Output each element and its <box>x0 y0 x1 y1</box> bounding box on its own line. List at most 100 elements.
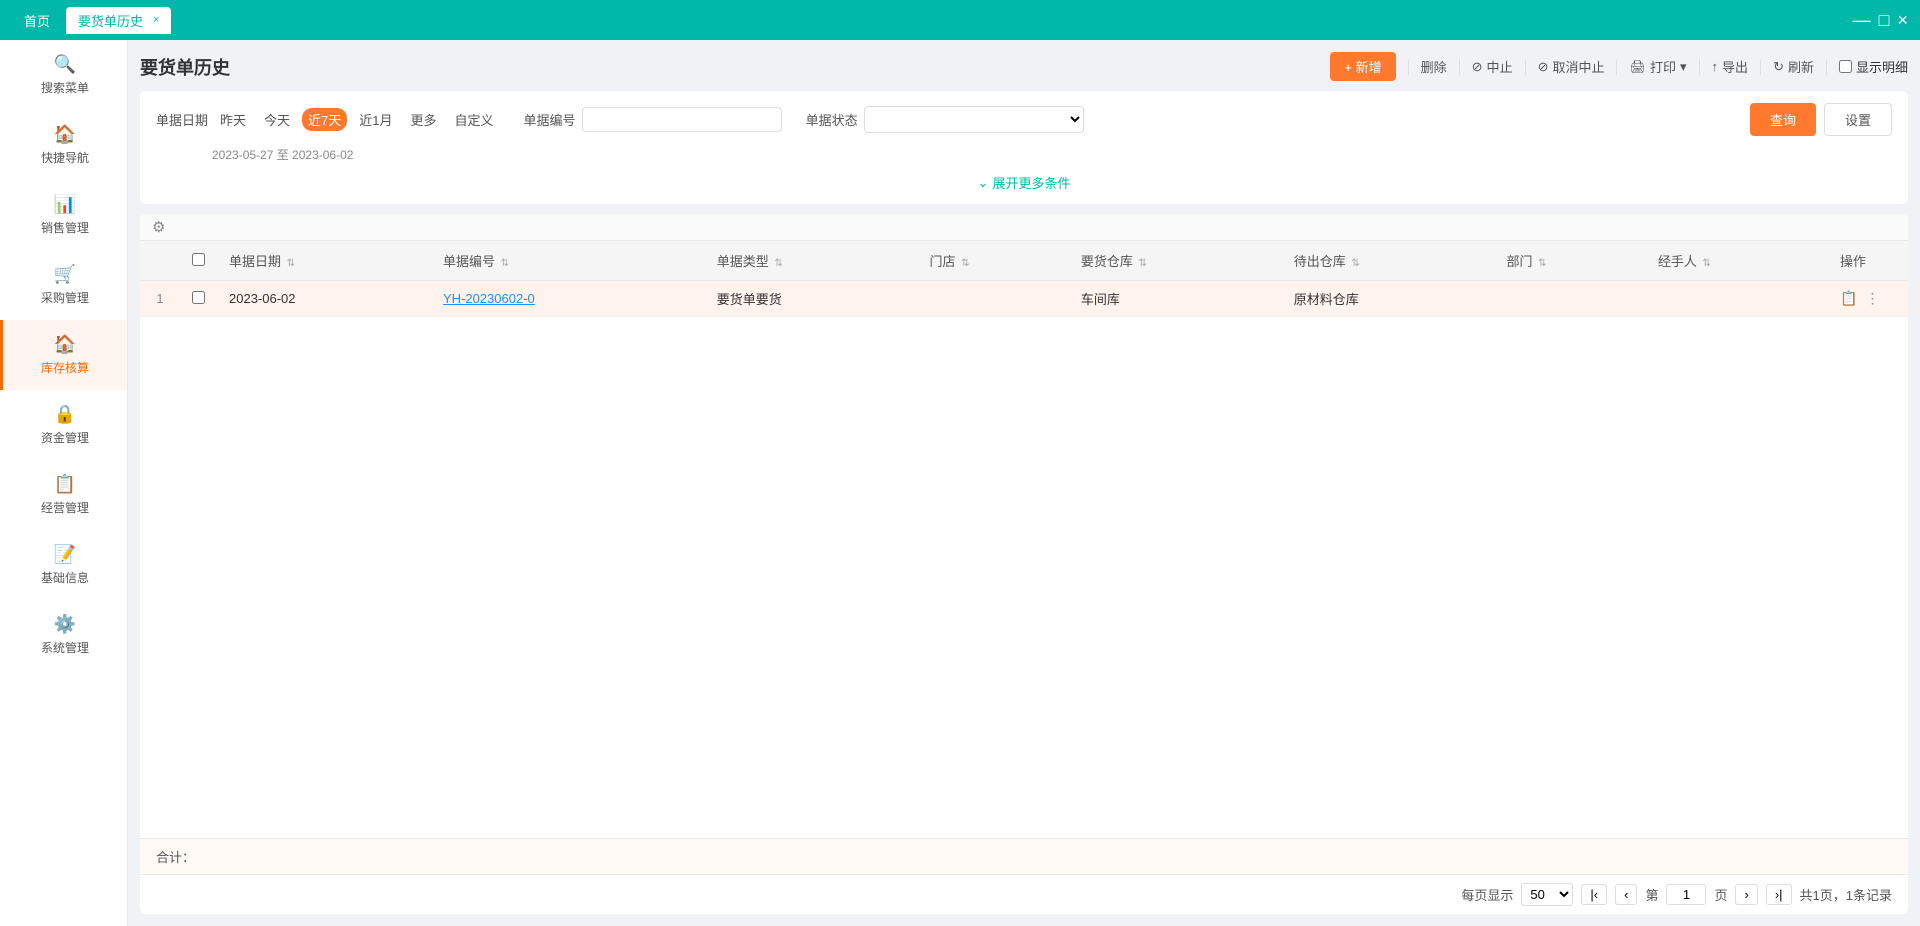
current-page-input[interactable] <box>1666 884 1706 905</box>
col-check <box>180 241 217 281</box>
print-button[interactable]: 🖨 打印 ▾ <box>1629 57 1686 76</box>
delete-button[interactable]: 删除 <box>1421 57 1447 76</box>
sidebar-item-quicknav[interactable]: 🏠 快捷导航 <box>0 110 127 180</box>
date-tab-today[interactable]: 今天 <box>258 108 296 131</box>
display-detail-checkbox[interactable] <box>1839 60 1852 73</box>
col-dept: 部门 ⇅ <box>1495 241 1646 281</box>
col-doctype: 单据类型 ⇅ <box>705 241 918 281</box>
sidebar-item-system[interactable]: ⚙️ 系统管理 <box>0 600 127 670</box>
more-icon[interactable]: ⋮ <box>1865 290 1879 307</box>
col-pendingwarehouse: 待出仓库 ⇅ <box>1282 241 1495 281</box>
divider-3 <box>1525 59 1526 75</box>
select-all-checkbox[interactable] <box>192 253 205 266</box>
top-bar: 首页 要货单历史 × — □ × <box>0 0 1920 40</box>
add-button[interactable]: + 新增 <box>1330 52 1395 81</box>
filter-actions: 查询 设置 <box>1750 103 1892 136</box>
divider-6 <box>1760 59 1761 75</box>
date-tabs: 昨天 今天 近7天 近1月 更多 自定义 <box>214 108 500 131</box>
table-container: ⚙ 单据日期 ⇅ 单据编号 ⇅ 单据类型 ⇅ 门店 ⇅ <box>140 214 1908 914</box>
tab-active[interactable]: 要货单历史 × <box>66 7 171 34</box>
col-no <box>140 241 180 281</box>
sidebar-item-purchase[interactable]: 🛒 采购管理 <box>0 250 127 320</box>
row-pendingwarehouse: 原材料仓库 <box>1282 281 1495 317</box>
sidebar-item-inventory[interactable]: 🏠 库存核算 <box>0 320 127 390</box>
row-date: 2023-06-02 <box>217 281 431 317</box>
date-tab-1month[interactable]: 近1月 <box>353 108 398 131</box>
filter-bar: 单据日期 昨天 今天 近7天 近1月 更多 自定义 单据编号 <box>140 91 1908 204</box>
date-tab-yesterday[interactable]: 昨天 <box>214 108 252 131</box>
col-reqwarehouse: 要货仓库 ⇅ <box>1069 241 1282 281</box>
sidebar-item-basic[interactable]: 📝 基础信息 <box>0 530 127 600</box>
edit-icon[interactable]: 📋 <box>1840 290 1857 307</box>
minimize-icon[interactable]: — <box>1853 10 1871 31</box>
date-filter-label: 单据日期 <box>156 110 208 129</box>
divider-2 <box>1459 59 1460 75</box>
filter-row-1: 单据日期 昨天 今天 近7天 近1月 更多 自定义 单据编号 <box>156 103 1892 136</box>
date-range-display: 2023-05-27 至 2023-06-02 <box>212 148 353 162</box>
sidebar-item-sales[interactable]: 📊 销售管理 <box>0 180 127 250</box>
col-date: 单据日期 ⇅ <box>217 241 431 281</box>
refresh-button[interactable]: ↻ 刷新 <box>1773 57 1814 76</box>
row-reqwarehouse: 车间库 <box>1069 281 1282 317</box>
sidebar-item-search[interactable]: 🔍 搜索菜单 <box>0 40 127 110</box>
expand-more-btn[interactable]: ⌄ 展开更多条件 <box>978 173 1071 192</box>
col-action: 操作 <box>1828 241 1908 281</box>
divider-7 <box>1826 59 1827 75</box>
table-settings-icon[interactable]: ⚙ <box>152 218 165 236</box>
window-actions: — □ × <box>1853 10 1908 31</box>
docstatus-select[interactable] <box>864 106 1084 133</box>
row-handler <box>1646 281 1828 317</box>
table-wrap: 单据日期 ⇅ 单据编号 ⇅ 单据类型 ⇅ 门店 ⇅ 要货仓库 ⇅ 待出仓库 ⇅ … <box>140 241 1908 838</box>
col-handler: 经手人 ⇅ <box>1646 241 1828 281</box>
close-tab-icon[interactable]: × <box>153 14 159 26</box>
maximize-icon[interactable]: □ <box>1879 10 1890 31</box>
row-no: 1 <box>140 281 180 317</box>
date-tab-7days[interactable]: 近7天 <box>302 108 347 131</box>
per-page-select[interactable]: 10 20 50 100 <box>1521 883 1573 906</box>
docnum-input[interactable] <box>582 107 782 132</box>
sidebar: 🔍 搜索菜单 🏠 快捷导航 📊 销售管理 🛒 采购管理 🏠 库存核算 🔒 资金管… <box>0 40 128 926</box>
main-table: 单据日期 ⇅ 单据编号 ⇅ 单据类型 ⇅ 门店 ⇅ 要货仓库 ⇅ 待出仓库 ⇅ … <box>140 241 1908 317</box>
page-title: 要货单历史 <box>140 54 230 80</box>
display-detail-toggle[interactable]: 显示明细 <box>1839 57 1908 76</box>
date-range-row: 2023-05-27 至 2023-06-02 <box>156 146 1892 163</box>
next-page-btn[interactable]: › <box>1735 884 1757 905</box>
col-store: 门店 ⇅ <box>918 241 1069 281</box>
last-page-btn[interactable]: ›| <box>1766 884 1792 905</box>
per-page-label: 每页显示 <box>1461 885 1513 904</box>
table-settings-row: ⚙ <box>140 214 1908 241</box>
date-tab-custom[interactable]: 自定义 <box>449 108 500 131</box>
inventory-icon: 🏠 <box>54 334 76 355</box>
window-close-icon[interactable]: × <box>1897 10 1908 31</box>
row-dept <box>1495 281 1646 317</box>
row-action: 📋 ⋮ <box>1828 281 1908 317</box>
cancel-stop-button[interactable]: ⊘ 取消中止 <box>1538 57 1605 76</box>
row-docnum[interactable]: YH-20230602-0 <box>431 281 705 317</box>
sidebar-item-finance[interactable]: 🔒 资金管理 <box>0 390 127 460</box>
prev-page-btn[interactable]: ‹ <box>1615 884 1637 905</box>
purchase-icon: 🛒 <box>54 264 76 285</box>
divider-5 <box>1699 59 1700 75</box>
search-menu-icon: 🔍 <box>54 54 76 75</box>
tab-home[interactable]: 首页 <box>12 7 62 34</box>
pagination: 每页显示 10 20 50 100 |‹ ‹ 第 页 › ›| 共1页，1条记录 <box>140 874 1908 914</box>
query-button[interactable]: 查询 <box>1750 103 1816 136</box>
col-docnum: 单据编号 ⇅ <box>431 241 705 281</box>
setting-button[interactable]: 设置 <box>1824 103 1892 136</box>
first-page-btn[interactable]: |‹ <box>1581 884 1607 905</box>
page-suffix: 页 <box>1714 885 1727 904</box>
page-label: 第 <box>1645 885 1658 904</box>
stop-button[interactable]: ⊘ 中止 <box>1472 57 1513 76</box>
date-tab-more[interactable]: 更多 <box>405 108 443 131</box>
table-footer: 合计： <box>140 838 1908 874</box>
content-area: 要货单历史 + 新增 删除 ⊘ 中止 ⊘ 取消中止 🖨 打印 ▾ ↑ 导出 ↻ … <box>128 40 1920 926</box>
row-checkbox[interactable] <box>192 291 205 304</box>
expand-icon: ⌄ <box>978 175 989 191</box>
docstatus-filter: 单据状态 <box>806 106 1084 133</box>
docstatus-label: 单据状态 <box>806 110 858 129</box>
sidebar-item-operation[interactable]: 📋 经营管理 <box>0 460 127 530</box>
export-button[interactable]: ↑ 导出 <box>1712 57 1749 76</box>
system-icon: ⚙️ <box>54 614 76 635</box>
table-row: 1 2023-06-02 YH-20230602-0 要货单要货 车间库 原材料… <box>140 281 1908 317</box>
finance-icon: 🔒 <box>54 404 76 425</box>
